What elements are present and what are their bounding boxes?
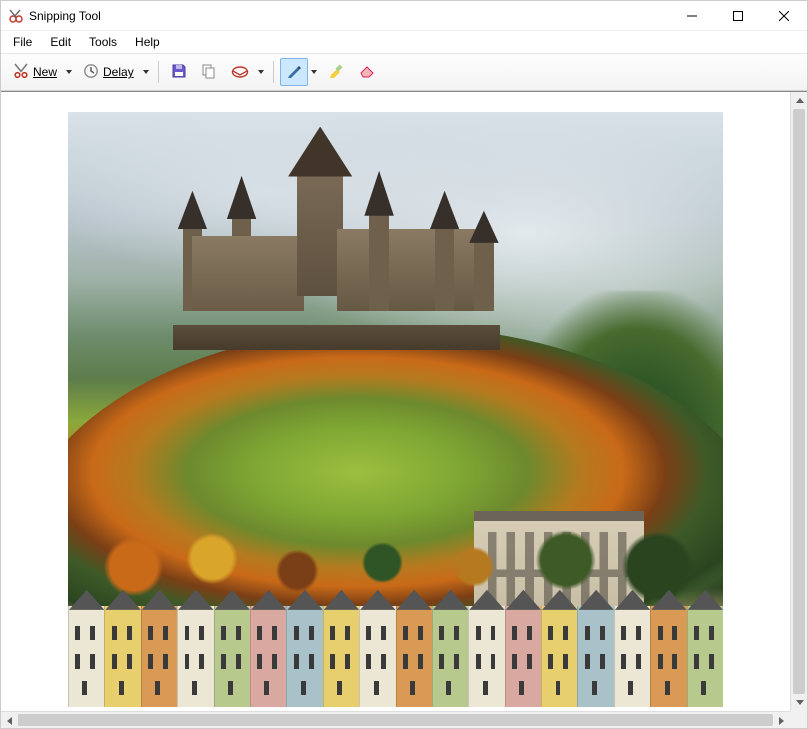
- scroll-corner: [790, 711, 807, 728]
- eraser-button[interactable]: [352, 58, 382, 86]
- copy-icon: [201, 63, 217, 82]
- titlebar: Snipping Tool: [1, 1, 807, 31]
- pen-icon: [286, 63, 302, 82]
- save-button[interactable]: [165, 58, 193, 86]
- menubar: File Edit Tools Help: [1, 31, 807, 53]
- delay-button[interactable]: Delay: [77, 58, 140, 86]
- toolbar: New Delay: [1, 53, 807, 91]
- new-snip-button[interactable]: New: [7, 58, 63, 86]
- hscroll-track[interactable]: [18, 712, 773, 728]
- highlighter-icon: [328, 63, 344, 82]
- hscroll-thumb[interactable]: [18, 714, 773, 726]
- scissors-icon: [13, 63, 29, 82]
- new-snip-dropdown[interactable]: [63, 60, 75, 84]
- scroll-left-button[interactable]: [1, 712, 18, 728]
- snip-canvas[interactable]: [1, 92, 790, 711]
- maximize-button[interactable]: [715, 1, 761, 30]
- minimize-button[interactable]: [669, 1, 715, 30]
- vscroll-track[interactable]: [791, 109, 807, 694]
- eraser-icon: [358, 63, 376, 82]
- vertical-scrollbar[interactable]: [790, 92, 807, 711]
- new-snip-label: New: [33, 65, 57, 79]
- window-controls: [669, 1, 807, 30]
- send-snip-button[interactable]: [225, 58, 255, 86]
- app-icon: [7, 8, 23, 24]
- menu-help[interactable]: Help: [127, 33, 168, 51]
- mail-icon: [231, 63, 249, 82]
- toolbar-separator: [158, 61, 159, 83]
- toolbar-separator: [273, 61, 274, 83]
- scroll-right-button[interactable]: [773, 712, 790, 728]
- menu-tools[interactable]: Tools: [81, 33, 125, 51]
- clock-icon: [83, 63, 99, 82]
- content-area: [1, 91, 807, 728]
- pen-dropdown[interactable]: [308, 60, 320, 84]
- pen-button[interactable]: [280, 58, 308, 86]
- menu-edit[interactable]: Edit: [42, 33, 79, 51]
- highlighter-button[interactable]: [322, 58, 350, 86]
- floppy-icon: [171, 63, 187, 82]
- captured-image: [68, 112, 723, 707]
- send-snip-dropdown[interactable]: [255, 60, 267, 84]
- menu-file[interactable]: File: [5, 33, 40, 51]
- scroll-up-button[interactable]: [791, 92, 807, 109]
- scroll-down-button[interactable]: [791, 694, 807, 711]
- copy-button[interactable]: [195, 58, 223, 86]
- vscroll-thumb[interactable]: [793, 109, 805, 694]
- window-title: Snipping Tool: [29, 9, 669, 23]
- horizontal-scrollbar[interactable]: [1, 711, 790, 728]
- delay-label: Delay: [103, 65, 134, 79]
- close-button[interactable]: [761, 1, 807, 30]
- delay-dropdown[interactable]: [140, 60, 152, 84]
